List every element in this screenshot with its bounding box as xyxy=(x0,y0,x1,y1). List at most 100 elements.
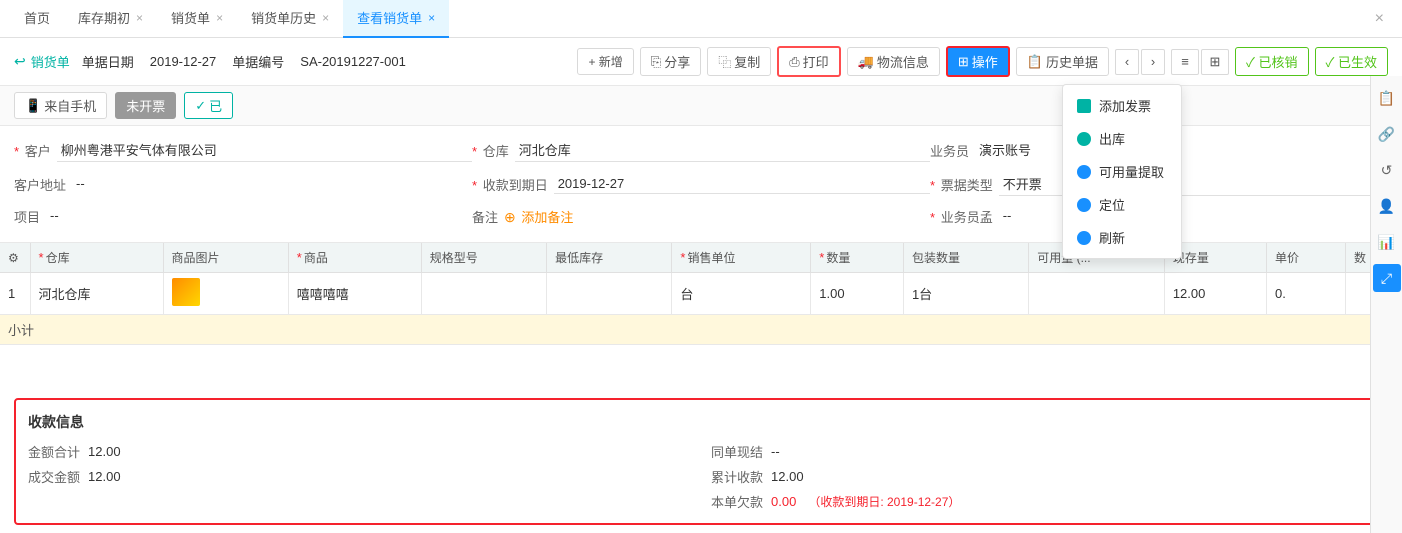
staff2-value: -- xyxy=(999,206,1388,226)
col-spec: 规格型号 xyxy=(421,243,546,273)
copy-button[interactable]: ⿻ 复制 xyxy=(707,47,771,76)
from-phone-button[interactable]: 📱 来自手机 xyxy=(14,92,107,119)
address-field: 客户地址 -- xyxy=(14,174,472,194)
doc-type: ↩ 销货单 xyxy=(14,52,70,71)
doc-header: ↩ 销货单 单据日期 2019-12-27 单据编号 SA-20191227-0… xyxy=(0,38,1402,86)
history-icon: 📋 xyxy=(1027,54,1043,70)
tab-inventory-init[interactable]: 库存期初 × xyxy=(64,0,157,38)
note-field: 备注 ⊕ 添加备注 xyxy=(472,207,930,226)
cumulative-label: 累计收款 xyxy=(711,467,763,486)
col-qty: *数量 xyxy=(811,243,904,273)
cell-warehouse: 河北仓库 xyxy=(30,273,163,315)
cell-pack-qty: 1台 xyxy=(903,273,1028,315)
sidebar-icon-refresh[interactable]: ↺ xyxy=(1373,156,1401,184)
cell-img xyxy=(163,273,288,315)
tab-sales-history[interactable]: 销货单历史 × xyxy=(237,0,343,38)
tab-home[interactable]: 首页 xyxy=(10,0,64,38)
print-button[interactable]: ⎙ 打印 xyxy=(777,46,840,77)
cell-available xyxy=(1029,273,1165,315)
add-note-link[interactable]: ⊕ 添加备注 xyxy=(504,207,573,226)
prev-button[interactable]: ‹ xyxy=(1115,49,1139,75)
logistics-button[interactable]: 🚚 物流信息 xyxy=(847,47,940,76)
deal-amount-label: 成交金额 xyxy=(28,467,80,486)
menu-item-out-stock[interactable]: 出库 xyxy=(1063,122,1181,155)
cell-product: 嘻嘻嘻嘻 xyxy=(288,273,421,315)
sidebar-icon-user[interactable]: 👤 xyxy=(1373,192,1401,220)
sub-actions-bar: 📱 来自手机 未开票 ✓ 已 xyxy=(0,86,1402,126)
doc-type-icon: ↩ xyxy=(14,53,26,70)
menu-item-available-qty[interactable]: 可用量提取 xyxy=(1063,155,1181,188)
close-all-tabs[interactable]: × xyxy=(1367,10,1392,28)
refresh-icon xyxy=(1077,231,1091,245)
menu-item-locate[interactable]: 定位 xyxy=(1063,188,1181,221)
effective-button[interactable]: ✓ 已生效 xyxy=(1315,47,1389,76)
product-image xyxy=(172,278,200,306)
cell-stock: 12.00 xyxy=(1164,273,1266,315)
project-value: -- xyxy=(46,206,472,226)
new-button[interactable]: + 新增 xyxy=(577,48,633,75)
payment-date-field: * 收款到期日 2019-12-27 xyxy=(472,174,930,194)
history-button[interactable]: 📋 历史单据 xyxy=(1016,47,1109,76)
customer-value[interactable]: 柳州粤港平安气体有限公司 xyxy=(57,138,472,162)
tab-sales-order-close[interactable]: × xyxy=(216,11,223,25)
list-view-button[interactable]: ≡ xyxy=(1171,49,1199,75)
confirm-button[interactable]: ✓ 已 xyxy=(184,92,233,119)
payment-date-value[interactable]: 2019-12-27 xyxy=(554,174,930,194)
sidebar-icon-chart[interactable]: 📊 xyxy=(1373,228,1401,256)
ticket-value[interactable]: 不开票 xyxy=(999,172,1388,196)
number-label: 单据编号 xyxy=(232,52,284,71)
tab-sales-history-close[interactable]: × xyxy=(322,11,329,25)
cell-price: 0. xyxy=(1266,273,1345,315)
number-value: SA-20191227-001 xyxy=(300,54,406,69)
info-row-cumulative: 累计收款 12.00 xyxy=(711,467,1374,486)
grid-view-button[interactable]: ⊞ xyxy=(1201,49,1229,75)
tab-check-sales-close[interactable]: × xyxy=(428,11,435,25)
tab-check-sales[interactable]: 查看销货单 × xyxy=(343,0,449,38)
cell-unit: 台 xyxy=(672,273,811,315)
doc-actions: + 新增 ⎘ 分享 ⿻ 复制 ⎙ 打印 🚚 物流信息 ⊞ xyxy=(577,46,1388,77)
total-value: 12.00 xyxy=(88,444,121,459)
tabs-bar: 首页 库存期初 × 销货单 × 销货单历史 × 查看销货单 × × xyxy=(0,0,1402,38)
cell-min-stock xyxy=(547,273,672,315)
cancelled-button[interactable]: ✓ 已核销 xyxy=(1235,47,1309,76)
plus-icon: ⊕ xyxy=(504,209,516,225)
operate-button[interactable]: ⊞ 操作 xyxy=(946,46,1010,77)
tab-inventory-init-close[interactable]: × xyxy=(136,11,143,25)
tab-sales-order[interactable]: 销货单 × xyxy=(157,0,237,38)
phone-icon: 📱 xyxy=(25,98,41,114)
info-row-total: 金额合计 12.00 xyxy=(28,442,691,461)
sidebar-icon-expand[interactable]: ⤢ xyxy=(1373,264,1401,292)
address-value: -- xyxy=(72,174,472,194)
table-wrap: ⚙ *仓库 商品图片 *商品 规格型号 最低库存 *销售单位 *数量 包装数量 … xyxy=(0,242,1402,390)
next-button[interactable]: › xyxy=(1141,49,1165,75)
project-field: 项目 -- xyxy=(14,206,472,226)
sidebar-icon-doc[interactable]: 📋 xyxy=(1373,84,1401,112)
main-content: ↩ 销货单 单据日期 2019-12-27 单据编号 SA-20191227-0… xyxy=(0,38,1402,533)
sidebar-icon-link[interactable]: 🔗 xyxy=(1373,120,1401,148)
check-icon: ✓ xyxy=(195,98,206,114)
warehouse-value[interactable]: 河北仓库 xyxy=(515,138,930,162)
form-area: * 客户 柳州粤港平安气体有限公司 * 仓库 河北仓库 业务员 演示账号 xyxy=(0,126,1402,242)
menu-item-add-invoice[interactable]: 添加发票 xyxy=(1063,89,1181,122)
doc-meta: 单据日期 2019-12-27 单据编号 SA-20191227-001 xyxy=(82,52,406,71)
col-img: 商品图片 xyxy=(163,243,288,273)
same-order-label: 同单现结 xyxy=(711,442,763,461)
date-label: 单据日期 xyxy=(82,52,134,71)
doc-type-label: 销货单 xyxy=(31,52,70,71)
info-grid: 金额合计 12.00 同单现结 -- 成交金额 12.00 累计收款 12.00… xyxy=(28,442,1374,511)
col-unit: *销售单位 xyxy=(672,243,811,273)
not-open-button[interactable]: 未开票 xyxy=(115,92,176,119)
date-value: 2019-12-27 xyxy=(150,54,217,69)
truck-icon: 🚚 xyxy=(858,54,874,70)
col-price: 单价 xyxy=(1266,243,1345,273)
cell-seq: 1 xyxy=(0,273,30,315)
share-button[interactable]: ⎘ 分享 xyxy=(640,47,701,76)
balance-note: （收款到期日: 2019-12-27） xyxy=(808,493,960,510)
cumulative-value: 12.00 xyxy=(771,469,804,484)
data-table: ⚙ *仓库 商品图片 *商品 规格型号 最低库存 *销售单位 *数量 包装数量 … xyxy=(0,243,1402,345)
col-settings[interactable]: ⚙ xyxy=(0,243,30,273)
right-sidebar: 📋 🔗 ↺ 👤 📊 ⤢ xyxy=(1370,76,1402,533)
copy-icon: ⿻ xyxy=(718,52,731,71)
menu-item-refresh[interactable]: 刷新 xyxy=(1063,221,1181,254)
col-product: *商品 xyxy=(288,243,421,273)
